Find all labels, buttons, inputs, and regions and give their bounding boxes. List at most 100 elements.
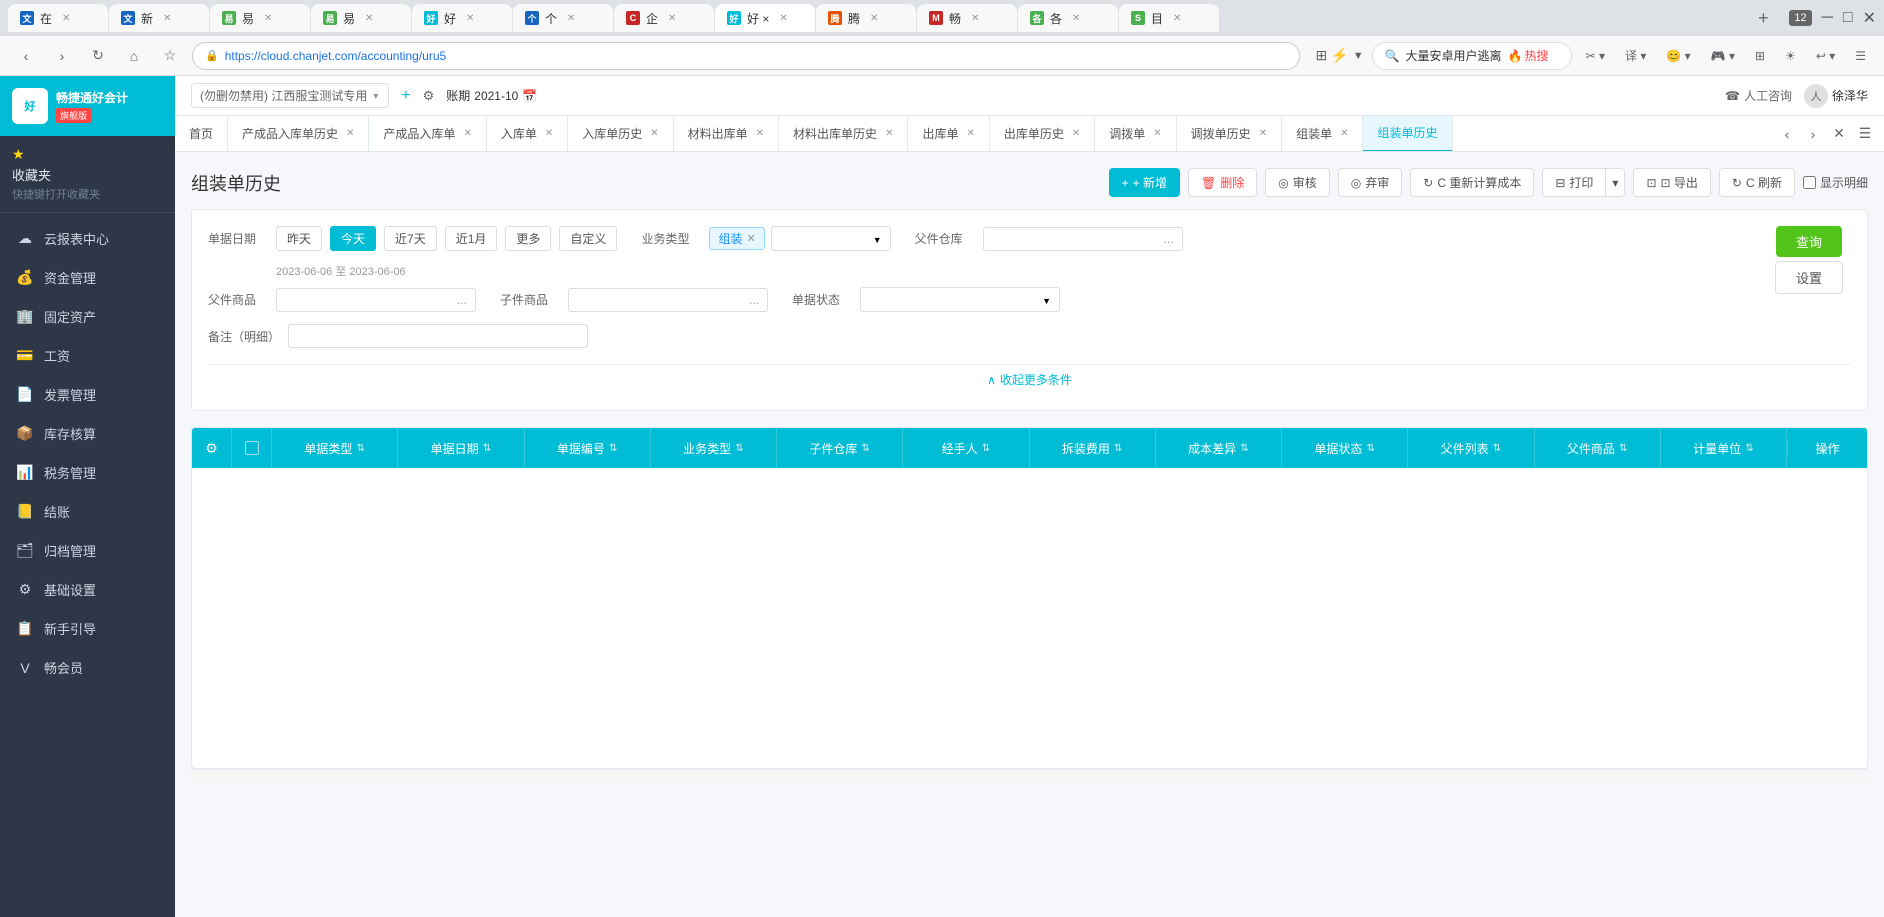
translate-tool[interactable]: 译 ▾ xyxy=(1619,45,1652,66)
browser-tab-t2[interactable]: 文 新 ✕ xyxy=(109,4,209,32)
address-bar[interactable]: 🔒 https://cloud.chanjet.com/accounting/u… xyxy=(192,42,1300,70)
th-cost-diff[interactable]: 成本差异 ⇅ xyxy=(1156,428,1282,468)
abandon-button[interactable]: ◎ 弃审 xyxy=(1338,168,1403,197)
sidebar-item-fund[interactable]: 💰 资金管理 xyxy=(0,258,175,297)
show-detail-checkbox[interactable] xyxy=(1803,176,1816,189)
browser-tab-t6[interactable]: 个 个 ✕ xyxy=(513,4,613,32)
tab-scroll-left[interactable]: ‹ xyxy=(1776,123,1798,145)
sidebar-item-invoice[interactable]: 📄 发票管理 xyxy=(0,375,175,414)
th-biz-type[interactable]: 业务类型 ⇅ xyxy=(651,428,777,468)
export-button[interactable]: ⊡ ⊡ 导出 xyxy=(1633,168,1710,197)
app-tab-at13[interactable]: 组装单历史 xyxy=(1363,116,1452,152)
tab-close-icon[interactable]: ✕ xyxy=(668,13,676,24)
scrollbar-area[interactable] xyxy=(191,769,1868,781)
sidebar-item-vip[interactable]: V 畅会员 xyxy=(0,648,175,687)
add-company-btn[interactable]: + xyxy=(401,87,410,105)
th-unit[interactable]: 计量单位 ⇅ xyxy=(1661,428,1787,468)
minimize-button[interactable]: ─ xyxy=(1822,9,1833,27)
browser-tab-t1[interactable]: 文 在 ✕ xyxy=(8,4,108,32)
app-tab-at11[interactable]: 调拨单历史✕ xyxy=(1177,116,1282,152)
tab-close-icon[interactable]: ✕ xyxy=(870,13,878,24)
date-btn-7days[interactable]: 近7天 xyxy=(384,226,437,251)
tab-menu[interactable]: ☰ xyxy=(1854,123,1876,145)
th-bill-no[interactable]: 单据编号 ⇅ xyxy=(525,428,651,468)
maximize-button[interactable]: □ xyxy=(1843,9,1853,27)
app-tab-at9[interactable]: 出库单历史✕ xyxy=(990,116,1095,152)
delete-button[interactable]: 🗑 删除 xyxy=(1188,168,1257,197)
refresh-button[interactable]: ↻ C 刷新 xyxy=(1719,168,1795,197)
status-dropdown[interactable] xyxy=(860,287,1060,312)
sidebar-item-asset[interactable]: 🏢 固定资产 xyxy=(0,297,175,336)
query-button[interactable]: 查询 xyxy=(1776,226,1842,257)
bookmark-button[interactable]: ☆ xyxy=(156,42,184,70)
recalc-button[interactable]: ↻ C 重新计算成本 xyxy=(1410,168,1534,197)
app-tab-close-at3[interactable]: ✕ xyxy=(463,128,471,139)
calendar-icon[interactable]: 📅 xyxy=(522,89,537,103)
biz-type-dropdown[interactable] xyxy=(771,226,891,251)
search-box[interactable]: 🔍 大量安卓用户逃离 🔥 热搜 xyxy=(1372,42,1572,70)
reload-button[interactable]: ↻ xyxy=(84,42,112,70)
close-button[interactable]: ✕ xyxy=(1863,8,1876,28)
app-tab-close-at11[interactable]: ✕ xyxy=(1259,128,1267,139)
note-input[interactable] xyxy=(288,324,588,348)
tab-close-icon[interactable]: ✕ xyxy=(365,13,373,24)
print-button[interactable]: ⊟ 打印 xyxy=(1542,168,1605,197)
sidebar-item-archive[interactable]: 🗂 归档管理 xyxy=(0,531,175,570)
tab-close-icon[interactable]: ✕ xyxy=(264,13,272,24)
parent-warehouse-dropdown[interactable]: ... xyxy=(983,227,1183,251)
select-all-checkbox[interactable] xyxy=(245,441,259,455)
menu-tool[interactable]: ☰ xyxy=(1849,47,1872,65)
browser-tab-t8[interactable]: 好 好 × ✕ xyxy=(715,4,815,32)
app-tab-close-at7[interactable]: ✕ xyxy=(885,128,893,139)
app-tab-at5[interactable]: 入库单历史✕ xyxy=(568,116,673,152)
tab-close-icon[interactable]: ✕ xyxy=(1173,13,1181,24)
app-tab-close-at8[interactable]: ✕ xyxy=(966,128,974,139)
browser-tab-t11[interactable]: 各 各 ✕ xyxy=(1018,4,1118,32)
tab-close-icon[interactable]: ✕ xyxy=(1072,13,1080,24)
brightness-tool[interactable]: ☀ xyxy=(1779,47,1802,65)
app-tab-at10[interactable]: 调拨单✕ xyxy=(1095,116,1176,152)
settings-btn[interactable]: ⚙ xyxy=(423,88,435,104)
sidebar-item-wage[interactable]: 💳 工资 xyxy=(0,336,175,375)
date-btn-more[interactable]: 更多 xyxy=(505,226,551,251)
back-button[interactable]: ‹ xyxy=(12,42,40,70)
scissors-tool[interactable]: ✂ ▾ xyxy=(1580,47,1611,65)
print-dropdown[interactable]: ▾ xyxy=(1605,168,1625,197)
app-tab-close-at6[interactable]: ✕ xyxy=(756,128,764,139)
game-tool[interactable]: 🎮 ▾ xyxy=(1705,47,1741,65)
sidebar-item-settings[interactable]: ⚙ 基础设置 xyxy=(0,570,175,609)
sidebar-item-account[interactable]: 📒 结账 xyxy=(0,492,175,531)
th-bill-date[interactable]: 单据日期 ⇅ xyxy=(398,428,524,468)
browser-tab-t5[interactable]: 好 好 ✕ xyxy=(412,4,512,32)
tab-close-all[interactable]: ✕ xyxy=(1828,123,1850,145)
app-tab-at6[interactable]: 材料出库单✕ xyxy=(674,116,779,152)
browser-tab-t10[interactable]: M 畅 ✕ xyxy=(917,4,1017,32)
tab-close-icon[interactable]: ✕ xyxy=(466,13,474,24)
app-tab-at1[interactable]: 首页 xyxy=(175,116,228,152)
browser-tab-t4[interactable]: 易 易 ✕ xyxy=(311,4,411,32)
user-info[interactable]: 人 徐泽华 xyxy=(1804,84,1868,108)
tab-scroll-right[interactable]: › xyxy=(1802,123,1824,145)
browser-tab-t3[interactable]: 易 易 ✕ xyxy=(210,4,310,32)
th-handler[interactable]: 经手人 ⇅ xyxy=(903,428,1029,468)
app-tab-close-at4[interactable]: ✕ xyxy=(545,128,553,139)
emoji-tool[interactable]: 😊 ▾ xyxy=(1660,47,1696,65)
sidebar-item-warehouse[interactable]: 📦 库存核算 xyxy=(0,414,175,453)
grid-tool[interactable]: ⊞ xyxy=(1749,47,1771,65)
app-tab-close-at5[interactable]: ✕ xyxy=(650,128,658,139)
dropdown-arrow[interactable]: ▼ xyxy=(1353,50,1364,62)
date-btn-custom[interactable]: 自定义 xyxy=(559,226,617,251)
audit-button[interactable]: ◎ 审核 xyxy=(1265,168,1330,197)
company-selector[interactable]: (勿删勿禁用) 江西服宝测试专用 ▼ xyxy=(191,83,389,108)
sidebar-favorites[interactable]: ★ 收藏夹 快捷键打开收藏夹 xyxy=(0,136,175,213)
undo-tool[interactable]: ↩ ▾ xyxy=(1810,47,1841,65)
tab-close-icon[interactable]: ✕ xyxy=(567,13,575,24)
app-tab-close-at12[interactable]: ✕ xyxy=(1340,128,1348,139)
app-tab-at4[interactable]: 入库单✕ xyxy=(487,116,568,152)
tab-close-icon[interactable]: ✕ xyxy=(163,13,171,24)
browser-tab-t9[interactable]: 腾 腾 ✕ xyxy=(816,4,916,32)
th-checkbox[interactable] xyxy=(232,428,272,468)
th-parent-list[interactable]: 父件列表 ⇅ xyxy=(1408,428,1534,468)
sidebar-item-tax[interactable]: 📊 税务管理 xyxy=(0,453,175,492)
sidebar-item-cloud-report[interactable]: ☁ 云报表中心 xyxy=(0,219,175,258)
